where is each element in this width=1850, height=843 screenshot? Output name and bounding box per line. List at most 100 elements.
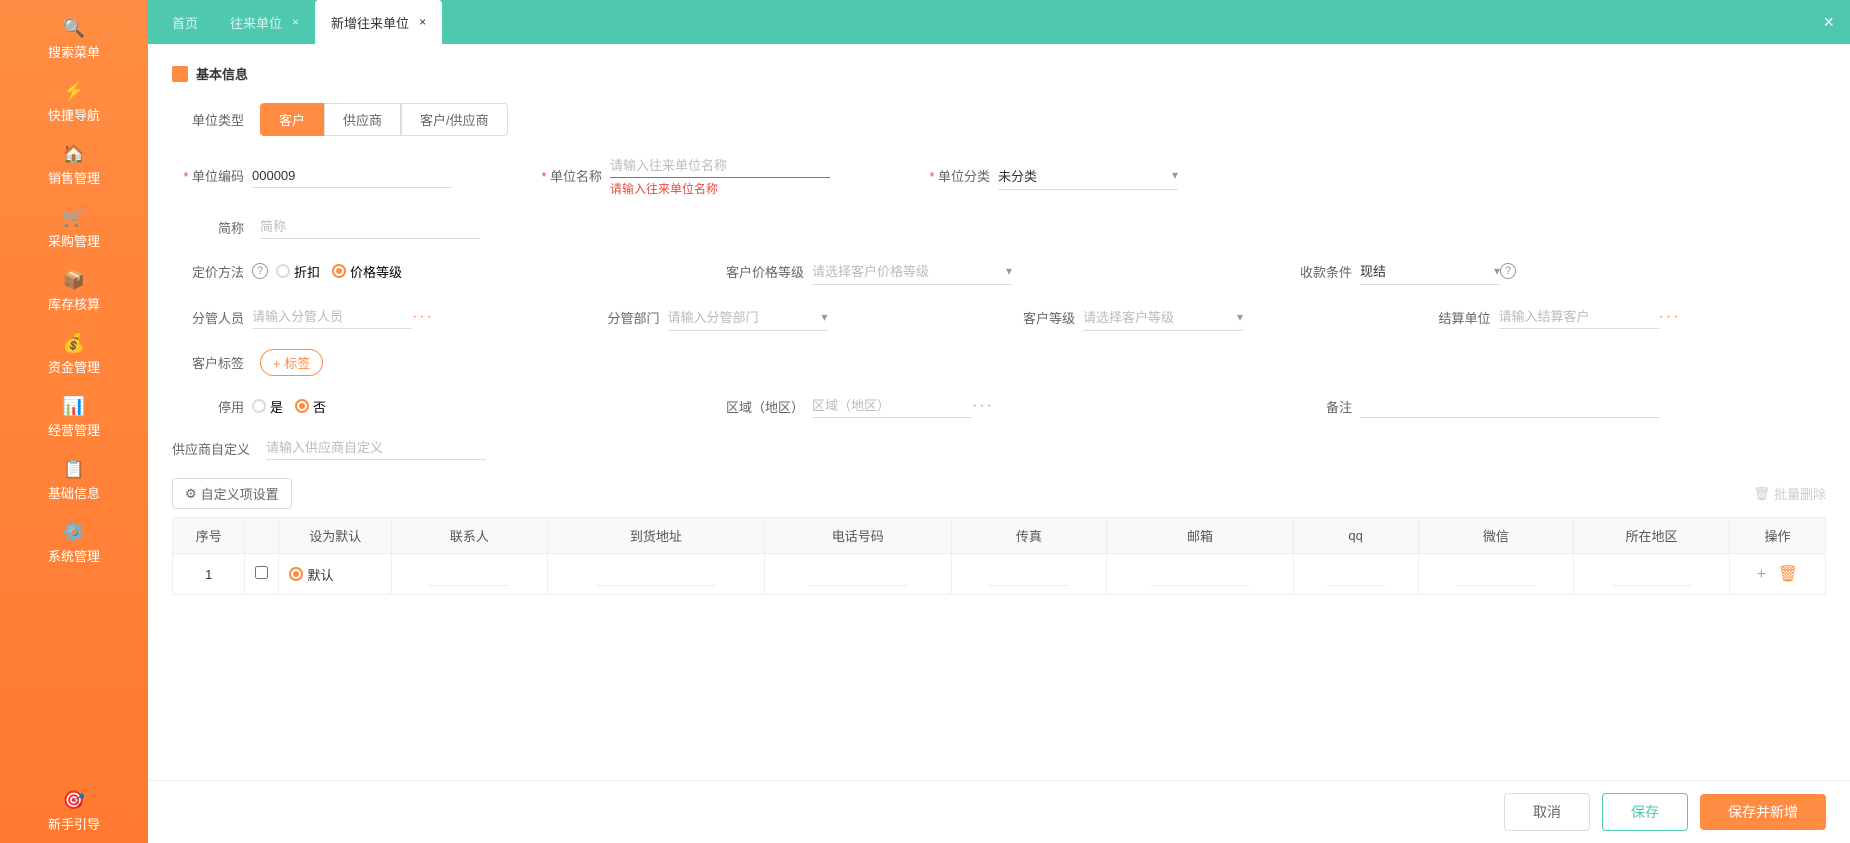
settlement-more[interactable]: ···	[1659, 308, 1681, 326]
payment-info-icon[interactable]: ?	[1500, 263, 1516, 279]
sidebar-item-system[interactable]: ⚙️ 系统管理	[0, 512, 148, 575]
region-more[interactable]: ···	[972, 397, 994, 415]
pricing-info-icon[interactable]: ?	[252, 263, 268, 279]
default-radio[interactable]	[289, 567, 303, 581]
row-qq[interactable]	[1293, 554, 1418, 595]
manager-label: 分管人员	[172, 308, 252, 327]
no-radio[interactable]	[295, 399, 309, 413]
email-input[interactable]	[1150, 562, 1250, 586]
phone-input[interactable]	[808, 562, 908, 586]
pricing-discount[interactable]: 折扣	[276, 262, 320, 281]
unit-type-label: 单位类型	[172, 110, 252, 129]
short-name-input[interactable]	[260, 215, 480, 239]
unit-type-supplier[interactable]: 供应商	[324, 103, 401, 136]
row-address[interactable]	[547, 554, 764, 595]
settlement-input[interactable]	[1499, 305, 1659, 329]
row-checkbox[interactable]	[255, 566, 268, 579]
region-input[interactable]	[812, 394, 972, 418]
qq-input[interactable]	[1326, 562, 1386, 586]
custom-settings-label: 自定义项设置	[201, 484, 279, 503]
sidebar-item-sales[interactable]: 🏠 销售管理	[0, 134, 148, 197]
sidebar-item-guide[interactable]: 🎯 新手引导	[0, 780, 148, 843]
tab-partners[interactable]: 往来单位 ×	[214, 0, 315, 44]
address-input[interactable]	[596, 562, 716, 586]
row-add-button[interactable]: +	[1757, 566, 1766, 583]
clipboard-icon: 📋	[63, 459, 85, 480]
pricing-segment: 定价方法 ? 折扣 价格等级	[172, 262, 718, 281]
contact-input[interactable]	[429, 562, 509, 586]
row-delete-button[interactable]: 🗑	[1778, 566, 1798, 583]
row-email[interactable]	[1107, 554, 1294, 595]
cart-icon: 🛒	[63, 207, 85, 228]
unit-name-label: 单位名称	[530, 166, 610, 185]
tab-new-partner-close[interactable]: ×	[419, 15, 426, 29]
tab-new-partner-label: 新增往来单位	[331, 13, 409, 32]
row-contact[interactable]	[392, 554, 548, 595]
customer-level-label: 客户等级	[1003, 308, 1083, 327]
sidebar-label-system: 系统管理	[48, 546, 100, 565]
manager-input[interactable]	[252, 305, 412, 329]
tab-home[interactable]: 首页	[156, 0, 214, 44]
disabled-radio-group: 是 否	[252, 397, 326, 416]
cancel-button[interactable]: 取消	[1504, 793, 1590, 831]
customer-price-placeholder: 请选择客户价格等级	[812, 261, 929, 280]
department-placeholder: 请输入分管部门	[668, 307, 759, 326]
department-select[interactable]: 请输入分管部门 ▾	[668, 303, 828, 331]
unit-category-select[interactable]: 未分类 ▾	[998, 162, 1178, 190]
manager-row: 分管人员 ··· 分管部门 请输入分管部门 ▾ 客户等级 请选择客户等级 ▾	[172, 303, 1826, 331]
sidebar-item-inventory[interactable]: 📦 库存核算	[0, 260, 148, 323]
sidebar-item-finance[interactable]: 💰 资金管理	[0, 323, 148, 386]
tag-add-button[interactable]: + 标签	[260, 349, 323, 376]
sidebar-item-basic-info[interactable]: 📋 基础信息	[0, 449, 148, 512]
notes-label: 备注	[1280, 397, 1360, 416]
save-new-button[interactable]: 保存并新增	[1700, 794, 1826, 830]
row-default: 默认	[279, 554, 392, 595]
sidebar-label-purchase: 采购管理	[48, 231, 100, 250]
discount-radio[interactable]	[276, 264, 290, 278]
default-radio-item[interactable]: 默认	[289, 565, 381, 584]
manager-more[interactable]: ···	[412, 308, 434, 326]
region-input-table[interactable]	[1612, 562, 1692, 586]
payment-select[interactable]: 现结 ▾	[1360, 257, 1500, 285]
fax-input[interactable]	[989, 562, 1069, 586]
tab-new-partner[interactable]: 新增往来单位 ×	[315, 0, 442, 44]
customer-price-select[interactable]: 请选择客户价格等级 ▾	[812, 257, 1012, 285]
region-label: 区域（地区）	[726, 397, 812, 416]
unit-type-both[interactable]: 客户/供应商	[401, 103, 508, 136]
disabled-yes[interactable]: 是	[252, 397, 283, 416]
row-phone[interactable]	[765, 554, 952, 595]
custom-settings-button[interactable]: ⚙ 自定义项设置	[172, 478, 292, 509]
tag-label: 客户标签	[172, 353, 252, 372]
box-icon: 📦	[63, 270, 85, 291]
sidebar-item-purchase[interactable]: 🛒 采购管理	[0, 197, 148, 260]
tab-partners-close[interactable]: ×	[292, 15, 299, 29]
unit-name-input[interactable]	[610, 154, 830, 178]
sidebar-item-search[interactable]: 🔍 搜索菜单	[0, 8, 148, 71]
tab-bar-close-all[interactable]: ×	[1815, 12, 1842, 33]
unit-code-input[interactable]	[252, 164, 452, 188]
footer: 取消 保存 保存并新增	[148, 780, 1850, 843]
pricing-price-level[interactable]: 价格等级	[332, 262, 402, 281]
unit-type-customer[interactable]: 客户	[260, 103, 324, 136]
row-region[interactable]	[1574, 554, 1730, 595]
sidebar-label-inventory: 库存核算	[48, 294, 100, 313]
sidebar-label-operations: 经营管理	[48, 420, 100, 439]
department-arrow: ▾	[813, 310, 827, 324]
supplier-custom-input[interactable]	[266, 436, 486, 460]
wechat-input[interactable]	[1456, 562, 1536, 586]
sidebar-label-search: 搜索菜单	[48, 42, 100, 61]
col-default: 设为默认	[279, 518, 392, 554]
table-toolbar: ⚙ 自定义项设置 🗑 批量删除	[172, 478, 1826, 509]
sidebar-item-operations[interactable]: 📊 经营管理	[0, 386, 148, 449]
notes-input[interactable]	[1360, 394, 1660, 418]
row-wechat[interactable]	[1418, 554, 1574, 595]
disabled-no[interactable]: 否	[295, 397, 326, 416]
yes-radio[interactable]	[252, 399, 266, 413]
row-fax[interactable]	[951, 554, 1107, 595]
save-button[interactable]: 保存	[1602, 793, 1688, 831]
section-header: 基本信息	[172, 64, 1826, 83]
batch-delete-button[interactable]: 🗑 批量删除	[1753, 484, 1826, 503]
customer-level-select[interactable]: 请选择客户等级 ▾	[1083, 303, 1243, 331]
sidebar-item-quick-nav[interactable]: ⚡ 快捷导航	[0, 71, 148, 134]
price-level-radio[interactable]	[332, 264, 346, 278]
